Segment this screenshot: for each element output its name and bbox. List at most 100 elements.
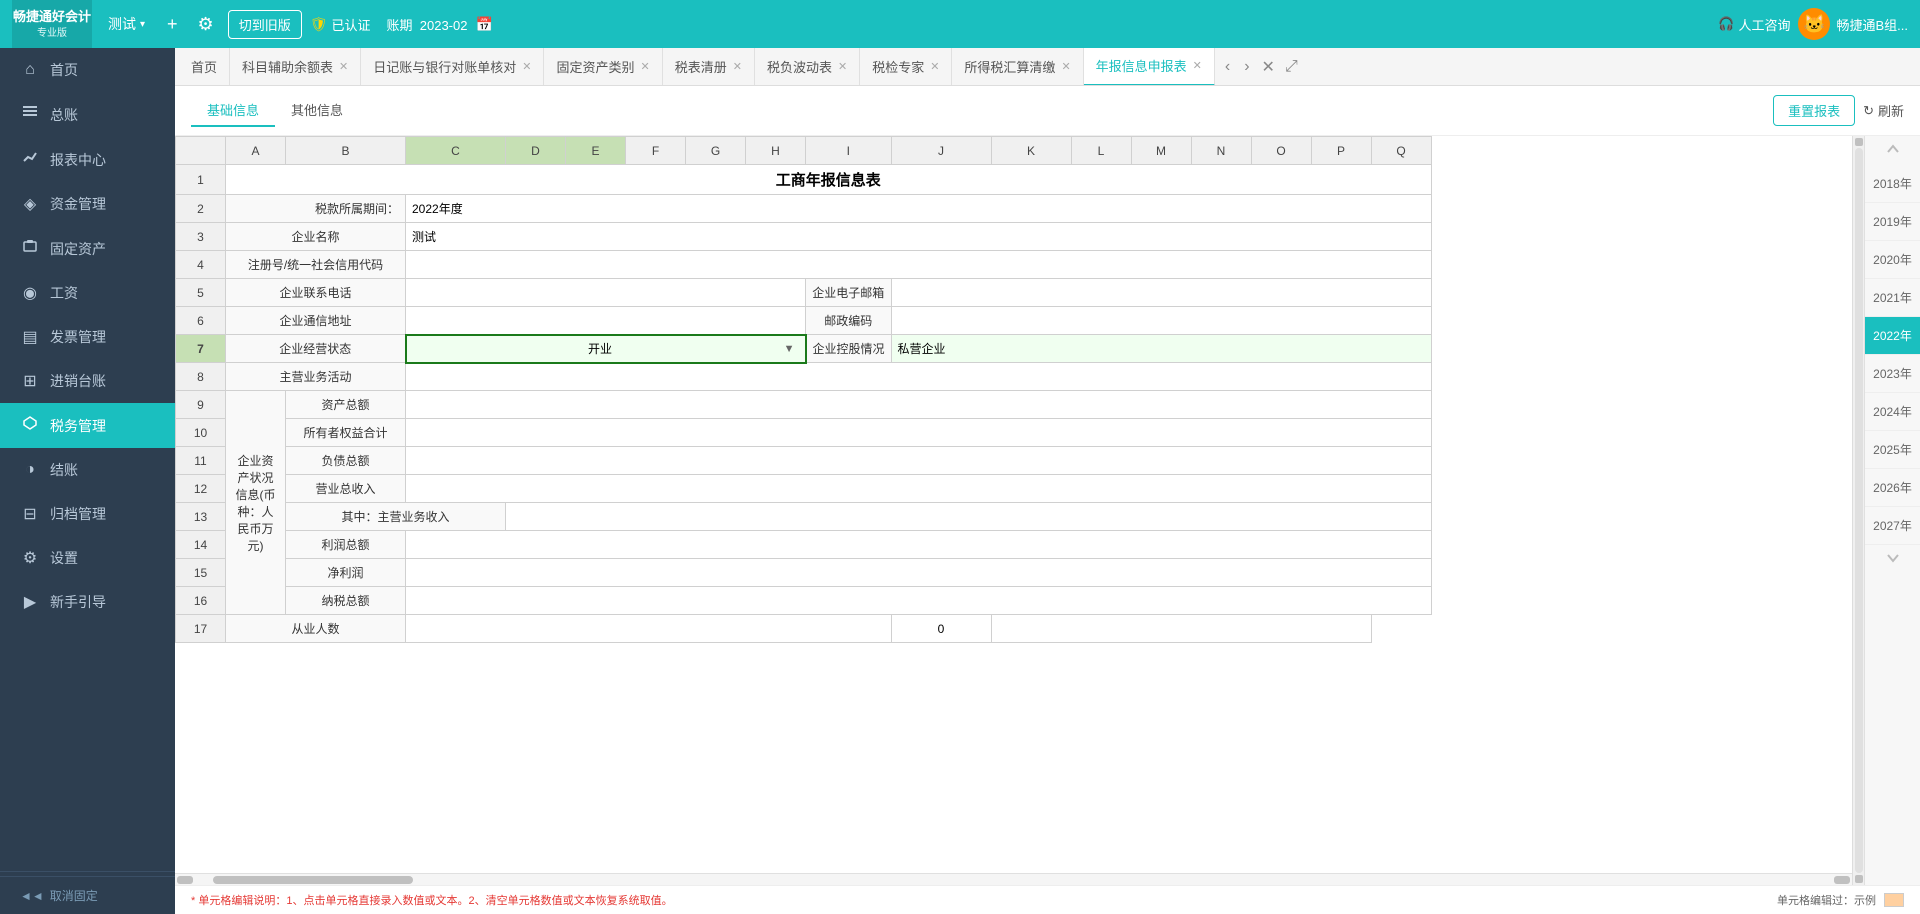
close-icon[interactable]: ✕ xyxy=(838,60,847,73)
cell-12-value[interactable] xyxy=(406,475,1432,503)
year-item-2024[interactable]: 2024年 xyxy=(1865,393,1920,431)
pin-button[interactable]: ◄◄ 取消固定 xyxy=(0,876,175,914)
sidebar-item-close[interactable]: ◑ 结账 xyxy=(0,448,175,492)
settings-icon[interactable]: ⚙ xyxy=(192,12,220,37)
close-icon[interactable]: ✕ xyxy=(1061,60,1070,73)
sub-tab-other[interactable]: 其他信息 xyxy=(275,94,359,127)
col-header-i[interactable]: I xyxy=(806,137,892,165)
col-header-b[interactable]: B xyxy=(286,137,406,165)
scroll-left-button[interactable] xyxy=(177,876,193,884)
cell-6-postcode[interactable] xyxy=(891,307,1431,335)
col-header-h[interactable]: H xyxy=(746,137,806,165)
calendar-icon[interactable]: 📅 xyxy=(475,16,492,33)
tab-expand-button[interactable]: ⤢ xyxy=(1281,57,1302,77)
col-header-n[interactable]: N xyxy=(1191,137,1251,165)
cell-11-value[interactable] xyxy=(406,447,1432,475)
col-header-e[interactable]: E xyxy=(566,137,626,165)
cell-17-value[interactable]: 0 xyxy=(891,615,991,643)
close-icon[interactable]: ✕ xyxy=(930,60,939,73)
close-icon[interactable]: ✕ xyxy=(733,60,742,73)
col-header-k[interactable]: K xyxy=(991,137,1071,165)
year-item-2020[interactable]: 2020年 xyxy=(1865,241,1920,279)
horizontal-scrollbar[interactable] xyxy=(175,873,1852,885)
refresh-button[interactable]: ↻ 刷新 xyxy=(1863,101,1904,120)
tab-close-all-button[interactable]: ✕ xyxy=(1258,57,1279,77)
cell-5-email[interactable] xyxy=(891,279,1431,307)
sidebar-item-fixed-assets[interactable]: 固定资产 xyxy=(0,226,175,271)
close-icon[interactable]: ✕ xyxy=(339,60,348,73)
tab-fixed-cat[interactable]: 固定资产类别 ✕ xyxy=(544,48,662,86)
sidebar-item-archive[interactable]: ⊟ 归档管理 xyxy=(0,492,175,536)
scroll-down-button[interactable] xyxy=(1855,875,1863,883)
tab-tax-expert[interactable]: 税检专家 ✕ xyxy=(860,48,952,86)
year-item-2018[interactable]: 2018年 xyxy=(1865,165,1920,203)
cell-4-value[interactable] xyxy=(406,251,1432,279)
year-panel-nav-down[interactable] xyxy=(1886,545,1900,574)
add-tab-button[interactable]: + xyxy=(161,12,184,37)
support-button[interactable]: 🎧 人工咨询 xyxy=(1718,15,1790,34)
sidebar-item-guide[interactable]: ▶ 新手引导 xyxy=(0,580,175,624)
cell-7-status[interactable]: 开业 ▼ xyxy=(406,335,806,363)
cell-13-value[interactable] xyxy=(506,503,1432,531)
col-header-q[interactable]: Q xyxy=(1371,137,1431,165)
col-header-c[interactable]: C xyxy=(406,137,506,165)
close-icon[interactable]: ✕ xyxy=(1193,59,1202,72)
user-area[interactable]: 🐱 畅捷通B组... xyxy=(1798,8,1908,40)
cell-9-value[interactable] xyxy=(406,391,1432,419)
cell-3-value[interactable]: 测试 xyxy=(406,223,1432,251)
spreadsheet-scroll[interactable]: A B C D E F G H I J xyxy=(175,136,1852,873)
close-icon[interactable]: ✕ xyxy=(641,60,650,73)
tab-home[interactable]: 首页 xyxy=(179,48,230,86)
cell-7-holding[interactable]: 私营企业 xyxy=(891,335,1431,363)
year-item-2019[interactable]: 2019年 xyxy=(1865,203,1920,241)
sub-tab-basic[interactable]: 基础信息 xyxy=(191,94,275,127)
sidebar-item-invoice[interactable]: ▤ 发票管理 xyxy=(0,315,175,359)
sidebar-item-tax[interactable]: 税务管理 xyxy=(0,403,175,448)
year-item-2025[interactable]: 2025年 xyxy=(1865,431,1920,469)
sidebar-item-inout[interactable]: ⊞ 进销台账 xyxy=(0,359,175,403)
col-header-p[interactable]: P xyxy=(1311,137,1371,165)
col-header-o[interactable]: O xyxy=(1251,137,1311,165)
cell-6-addr[interactable] xyxy=(406,307,806,335)
year-panel-nav-up[interactable] xyxy=(1886,136,1900,165)
tab-prev-button[interactable]: ‹ xyxy=(1219,57,1236,77)
col-header-a[interactable]: A xyxy=(226,137,286,165)
year-item-2027[interactable]: 2027年 xyxy=(1865,507,1920,545)
logo[interactable]: 畅捷通好会计 专业版 xyxy=(12,0,92,48)
col-header-d[interactable]: D xyxy=(506,137,566,165)
cell-14-value[interactable] xyxy=(406,531,1432,559)
vertical-scrollbar[interactable] xyxy=(1852,136,1864,885)
year-item-2023[interactable]: 2023年 xyxy=(1865,355,1920,393)
cell-2-value[interactable]: 2022年度 xyxy=(406,195,1432,223)
cell-8-value[interactable] xyxy=(406,363,1432,391)
reset-button[interactable]: 重置报表 xyxy=(1773,95,1855,126)
cell-17-blank[interactable] xyxy=(406,615,892,643)
sidebar-item-salary[interactable]: ◉ 工资 xyxy=(0,271,175,315)
cell-5-phone[interactable] xyxy=(406,279,806,307)
scroll-thumb[interactable] xyxy=(213,876,413,884)
sidebar-item-home[interactable]: ⌂ 首页 xyxy=(0,48,175,92)
year-item-2026[interactable]: 2026年 xyxy=(1865,469,1920,507)
chevron-down-icon[interactable]: ▼ xyxy=(784,343,795,355)
tab-annual[interactable]: 年报信息申报表 ✕ xyxy=(1084,48,1215,86)
tab-tax-calc[interactable]: 所得税汇算清缴 ✕ xyxy=(952,48,1083,86)
sidebar-item-settings[interactable]: ⚙ 设置 xyxy=(0,536,175,580)
cell-15-value[interactable] xyxy=(406,559,1432,587)
cell-10-value[interactable] xyxy=(406,419,1432,447)
cell-17-rest[interactable] xyxy=(991,615,1371,643)
cell-1-title[interactable]: 工商年报信息表 xyxy=(226,165,1432,195)
col-header-f[interactable]: F xyxy=(626,137,686,165)
tab-next-button[interactable]: › xyxy=(1238,57,1255,77)
year-item-2021[interactable]: 2021年 xyxy=(1865,279,1920,317)
col-header-l[interactable]: L xyxy=(1071,137,1131,165)
sidebar-item-report[interactable]: 报表中心 xyxy=(0,137,175,182)
scroll-right-button[interactable] xyxy=(1834,876,1850,884)
col-header-g[interactable]: G xyxy=(686,137,746,165)
sidebar-item-ledger[interactable]: 总账 xyxy=(0,92,175,137)
year-item-2022[interactable]: 2022年 xyxy=(1865,317,1920,355)
tab-tax-wave[interactable]: 税负波动表 ✕ xyxy=(755,48,860,86)
scroll-up-button[interactable] xyxy=(1855,138,1863,146)
tab-tax-table[interactable]: 税表清册 ✕ xyxy=(663,48,755,86)
col-header-j[interactable]: J xyxy=(891,137,991,165)
close-icon[interactable]: ✕ xyxy=(522,60,531,73)
